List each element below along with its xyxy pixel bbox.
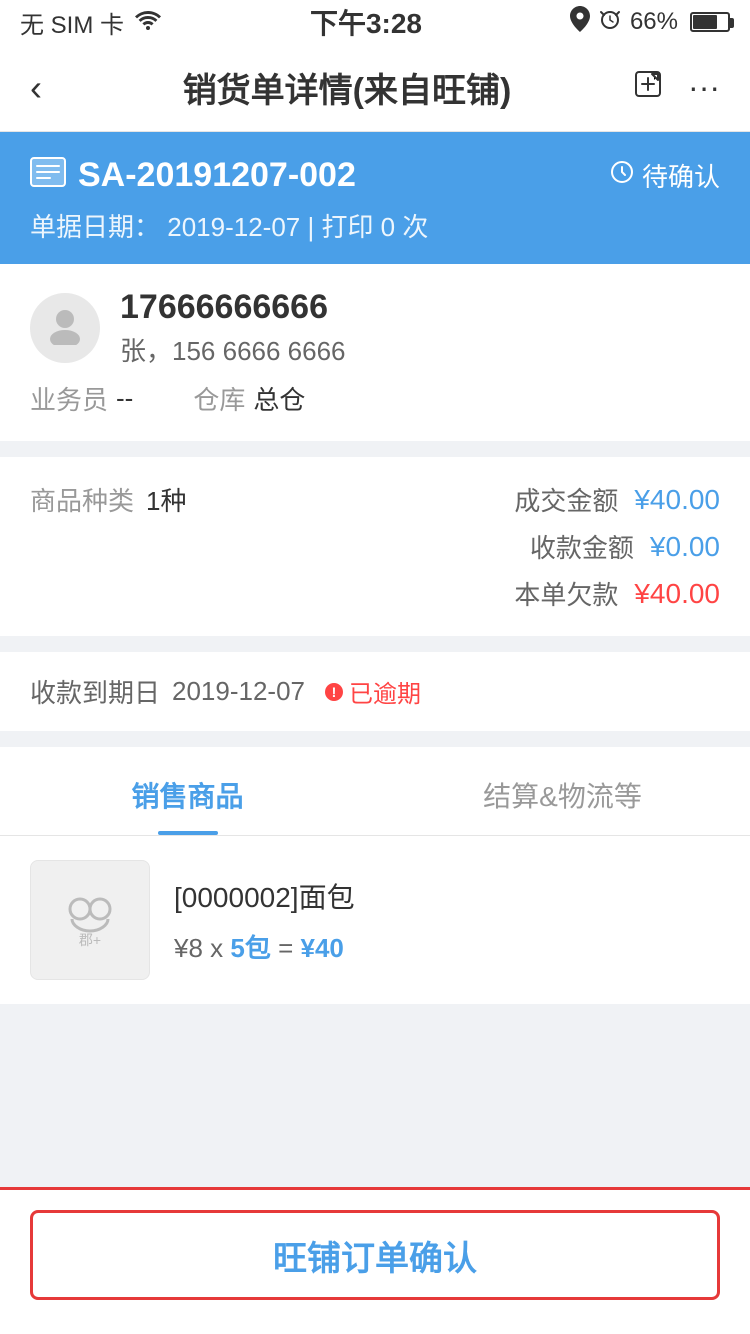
category-row: 商品种类 1种 — [30, 481, 186, 518]
date-label: 单据日期： — [30, 212, 160, 242]
salesman-label: 业务员 — [30, 380, 108, 417]
customer-info: 17666666666 张，156 6666 6666 — [120, 288, 346, 368]
summary-section: 商品种类 1种 成交金额 ¥40.00 收款金额 ¥0.00 本单欠款 ¥40.… — [0, 457, 750, 636]
battery-text: 66% — [630, 8, 678, 36]
deal-label: 成交金额 — [514, 481, 618, 518]
order-id-text: SA-20191207-002 — [78, 156, 356, 195]
product-item: 郡+ [0000002]面包 ¥8 x 5包 = ¥40 — [0, 836, 750, 1004]
alarm-icon — [598, 7, 622, 38]
avatar — [30, 293, 100, 363]
deal-amount-row: 成交金额 ¥40.00 — [514, 481, 720, 518]
summary-left: 商品种类 1种 — [30, 481, 186, 518]
order-id-row: SA-20191207-002 — [30, 156, 356, 195]
due-date-value: 2019-12-07 — [172, 676, 305, 707]
debt-value: ¥40.00 — [634, 578, 720, 610]
product-details: [0000002]面包 ¥8 x 5包 = ¥40 — [174, 876, 720, 965]
summary-right: 成交金额 ¥40.00 收款金额 ¥0.00 本单欠款 ¥40.00 — [514, 481, 720, 612]
order-date-row: 单据日期： 2019-12-07 | 打印 0 次 — [30, 207, 720, 244]
nav-actions: ··· — [632, 68, 720, 108]
overdue-icon: ! — [325, 683, 343, 701]
status-bar: 无 SIM 卡 下午3:28 66% — [0, 0, 750, 44]
avatar-icon — [43, 301, 87, 355]
product-price: ¥8 x 5包 = ¥40 — [174, 928, 720, 965]
date-value: 2019-12-07 — [167, 212, 300, 242]
overdue-badge: ! 已逾期 — [317, 672, 429, 711]
customer-name: 张，156 6666 6666 — [120, 331, 346, 368]
equals-sign: = — [278, 933, 293, 963]
deal-value: ¥40.00 — [634, 484, 720, 516]
status-right: 66% — [570, 6, 730, 39]
tab-sales-label: 销售商品 — [131, 781, 243, 812]
customer-section: 17666666666 张，156 6666 6666 业务员 -- 仓库 总仓 — [0, 264, 750, 441]
battery-icon — [690, 12, 730, 32]
due-date-label: 收款到期日 — [30, 673, 160, 710]
order-icon — [30, 157, 66, 195]
order-header: SA-20191207-002 待确认 单据日期： 2019-12-07 | 打… — [0, 132, 750, 264]
overdue-text: 已逾期 — [349, 674, 421, 709]
time-display: 下午3:28 — [310, 2, 422, 42]
carrier-text: 无 SIM 卡 — [20, 5, 124, 40]
receipt-label: 收款金额 — [530, 528, 634, 565]
customer-phone: 17666666666 — [120, 288, 346, 327]
back-button[interactable]: ‹ — [30, 67, 42, 109]
tabs-section: 销售商品 结算&物流等 郡+ [0000002]面包 ¥8 x 5包 — [0, 747, 750, 1004]
product-name: [0000002]面包 — [174, 876, 720, 916]
debt-amount-row: 本单欠款 ¥40.00 — [514, 575, 720, 612]
wifi-icon — [134, 8, 162, 37]
print-info: | 打印 0 次 — [307, 212, 428, 242]
debt-label: 本单欠款 — [514, 575, 618, 612]
tab-settlement[interactable]: 结算&物流等 — [375, 747, 750, 835]
confirm-button-wrap: 旺铺订单确认 — [0, 1187, 750, 1334]
salesman-value: -- — [116, 383, 133, 414]
quantity-value: 5包 — [230, 933, 270, 963]
nav-bar: ‹ 销货单详情(来自旺铺) ··· — [0, 44, 750, 132]
multiply-sign: x — [210, 933, 223, 963]
category-label: 商品种类 — [30, 481, 134, 518]
tab-sales-products[interactable]: 销售商品 — [0, 747, 375, 835]
order-status: 待确认 — [610, 157, 720, 194]
confirm-order-button[interactable]: 旺铺订单确认 — [30, 1210, 720, 1300]
tab-settlement-label: 结算&物流等 — [483, 781, 642, 812]
category-value: 1种 — [146, 481, 186, 518]
tabs-header: 销售商品 结算&物流等 — [0, 747, 750, 836]
receipt-value: ¥0.00 — [650, 531, 720, 563]
product-thumbnail: 郡+ — [30, 860, 150, 980]
due-date-section: 收款到期日 2019-12-07 ! 已逾期 — [0, 652, 750, 731]
clock-icon — [610, 160, 634, 191]
status-left: 无 SIM 卡 — [20, 5, 162, 40]
more-button[interactable]: ··· — [688, 69, 720, 106]
product-thumb-logo: 郡+ — [55, 881, 125, 959]
warehouse-item: 仓库 总仓 — [193, 380, 305, 417]
salesman-item: 业务员 -- — [30, 380, 133, 417]
status-text: 待确认 — [642, 157, 720, 194]
share-button[interactable] — [632, 68, 664, 108]
price-value: ¥8 — [174, 933, 203, 963]
svg-text:郡+: 郡+ — [79, 932, 101, 948]
page-title: 销货单详情(来自旺铺) — [62, 63, 632, 112]
location-icon — [570, 6, 590, 39]
warehouse-value: 总仓 — [253, 380, 305, 417]
total-value: ¥40 — [301, 933, 344, 963]
warehouse-label: 仓库 — [193, 380, 245, 417]
customer-meta-row: 业务员 -- 仓库 总仓 — [30, 380, 720, 417]
receipt-amount-row: 收款金额 ¥0.00 — [530, 528, 720, 565]
